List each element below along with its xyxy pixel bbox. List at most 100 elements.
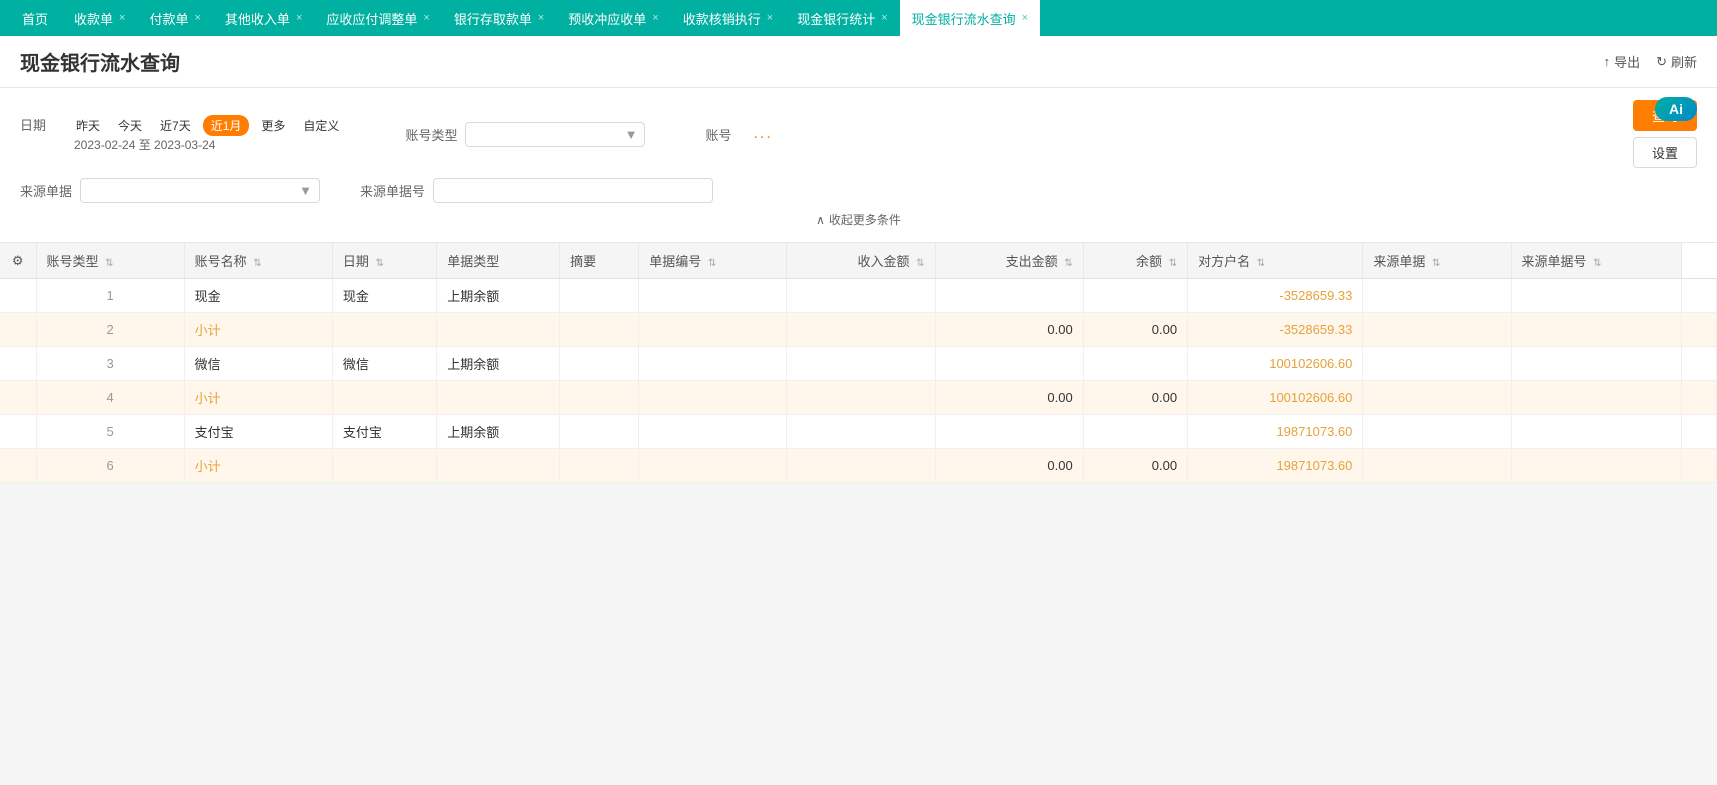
table-row[interactable]: 4小计0.000.00100102606.60 [0,381,1717,415]
table-cell [787,347,935,381]
account-type-label: 账号类型 [405,125,457,144]
nav-tab-0[interactable]: 收款单 × [62,0,137,36]
col-summary-label: 摘要 [570,254,596,269]
close-icon[interactable]: × [1022,12,1028,24]
source-doc-label: 来源单据 [20,181,72,200]
table-cell: 上期余额 [437,347,560,381]
table-cell [639,313,787,347]
table-cell: 微信 [184,347,332,381]
col-source-doc-no: 来源单据号 ⇅ [1511,243,1681,279]
date-btn-7days[interactable]: 近7天 [154,115,197,136]
table-cell [639,347,787,381]
col-account-name: 账号名称 ⇅ [184,243,332,279]
table-row[interactable]: 2小计0.000.00-3528659.33 [0,313,1717,347]
close-icon[interactable]: × [119,12,125,24]
account-type-select[interactable] [465,122,645,147]
table-cell [1681,279,1716,313]
table-cell [1511,347,1681,381]
sort-icon-income[interactable]: ⇅ [916,258,924,269]
col-account-type: 账号类型 ⇅ [36,243,184,279]
date-range: 2023-02-24 至 2023-03-24 [74,136,345,153]
table-cell: 上期余额 [437,415,560,449]
sort-icon-source-doc[interactable]: ⇅ [1432,258,1440,269]
col-date: 日期 ⇅ [332,243,436,279]
sort-icon-balance[interactable]: ⇅ [1169,258,1177,269]
nav-tab-3[interactable]: 应收应付调整单 × [314,0,441,36]
table-cell [560,347,639,381]
close-icon[interactable]: × [652,12,658,24]
table-cell [639,449,787,483]
collapse-icon: ∧ [816,213,825,227]
nav-tab-7[interactable]: 现金银行统计 × [785,0,899,36]
table-cell [1511,449,1681,483]
table-row[interactable]: 5支付宝支付宝上期余额19871073.60 [0,415,1717,449]
table-cell [1511,381,1681,415]
table-cell [1681,415,1716,449]
sort-icon-date[interactable]: ⇅ [375,258,383,269]
table-cell: 1 [36,279,184,313]
collapse-bar[interactable]: ∧ 收起更多条件 [20,207,1697,234]
table-cell [1363,313,1511,347]
table-row[interactable]: 3微信微信上期余额100102606.60 [0,347,1717,381]
table-cell: 6 [36,449,184,483]
table-cell [1363,449,1511,483]
nav-tab-2[interactable]: 其他收入单 × [213,0,314,36]
col-income-label: 收入金额 [858,254,910,269]
sort-icon-source-doc-no[interactable]: ⇅ [1593,258,1601,269]
filter-row-1: 日期 昨天 今天 近7天 近1月 更多 自定义 2023-02-24 至 202… [20,100,1697,168]
col-doc-no-label: 单据编号 [649,254,701,269]
sort-icon-expense[interactable]: ⇅ [1064,258,1072,269]
date-btn-more[interactable]: 更多 [255,115,291,136]
col-summary: 摘要 [560,243,639,279]
table-cell [1511,313,1681,347]
col-account-name-label: 账号名称 [195,254,247,269]
close-icon[interactable]: × [767,12,773,24]
close-icon[interactable]: × [538,12,544,24]
close-icon[interactable]: × [881,12,887,24]
col-settings[interactable]: ⚙ [0,243,36,279]
nav-tab-4[interactable]: 银行存取款单 × [442,0,556,36]
table-cell: 4 [36,381,184,415]
export-icon: ↑ [1604,54,1611,69]
nav-tab-8[interactable]: 现金银行流水查询 × [900,0,1040,36]
nav-home[interactable]: 首页 [8,0,62,36]
header-actions: ↑ 导出 ↻ 刷新 [1604,52,1697,71]
table-cell [560,279,639,313]
export-button[interactable]: ↑ 导出 [1604,52,1641,71]
col-source-doc-label: 来源单据 [1373,254,1425,269]
ai-badge[interactable]: Ai [1655,97,1697,121]
table-cell [787,415,935,449]
table-cell: 0.00 [935,449,1083,483]
date-btn-custom[interactable]: 自定义 [297,115,345,136]
sort-icon-account-type[interactable]: ⇅ [105,258,113,269]
date-btn-yesterday[interactable]: 昨天 [70,115,106,136]
nav-tab-6[interactable]: 收款核销执行 × [671,0,785,36]
settings-button[interactable]: 设置 [1633,137,1697,168]
filter-area: 日期 昨天 今天 近7天 近1月 更多 自定义 2023-02-24 至 202… [0,88,1717,243]
sort-icon-doc-no[interactable]: ⇅ [708,258,716,269]
table-cell: 19871073.60 [1188,449,1363,483]
table-row[interactable]: 1现金现金上期余额-3528659.33 [0,279,1717,313]
col-expense-label: 支出金额 [1006,254,1058,269]
account-label: 账号 [705,125,745,144]
close-icon[interactable]: × [194,12,200,24]
refresh-button[interactable]: ↻ 刷新 [1656,52,1697,71]
nav-tab-1[interactable]: 付款单 × [137,0,212,36]
sort-icon-account-name[interactable]: ⇅ [253,258,261,269]
row-settings [0,449,36,483]
date-btn-today[interactable]: 今天 [112,115,148,136]
source-doc-num-input[interactable] [433,178,713,203]
account-more-button[interactable]: ... [753,125,772,143]
col-counterparty: 对方户名 ⇅ [1188,243,1363,279]
table-cell [787,449,935,483]
table-row[interactable]: 6小计0.000.0019871073.60 [0,449,1717,483]
table-cell [787,279,935,313]
row-settings [0,347,36,381]
source-doc-select[interactable] [80,178,320,203]
table-cell [1681,347,1716,381]
close-icon[interactable]: × [296,12,302,24]
date-btn-1month[interactable]: 近1月 [203,115,250,136]
close-icon[interactable]: × [423,12,429,24]
sort-icon-counterparty[interactable]: ⇅ [1257,258,1265,269]
nav-tab-5[interactable]: 预收冲应收单 × [556,0,670,36]
